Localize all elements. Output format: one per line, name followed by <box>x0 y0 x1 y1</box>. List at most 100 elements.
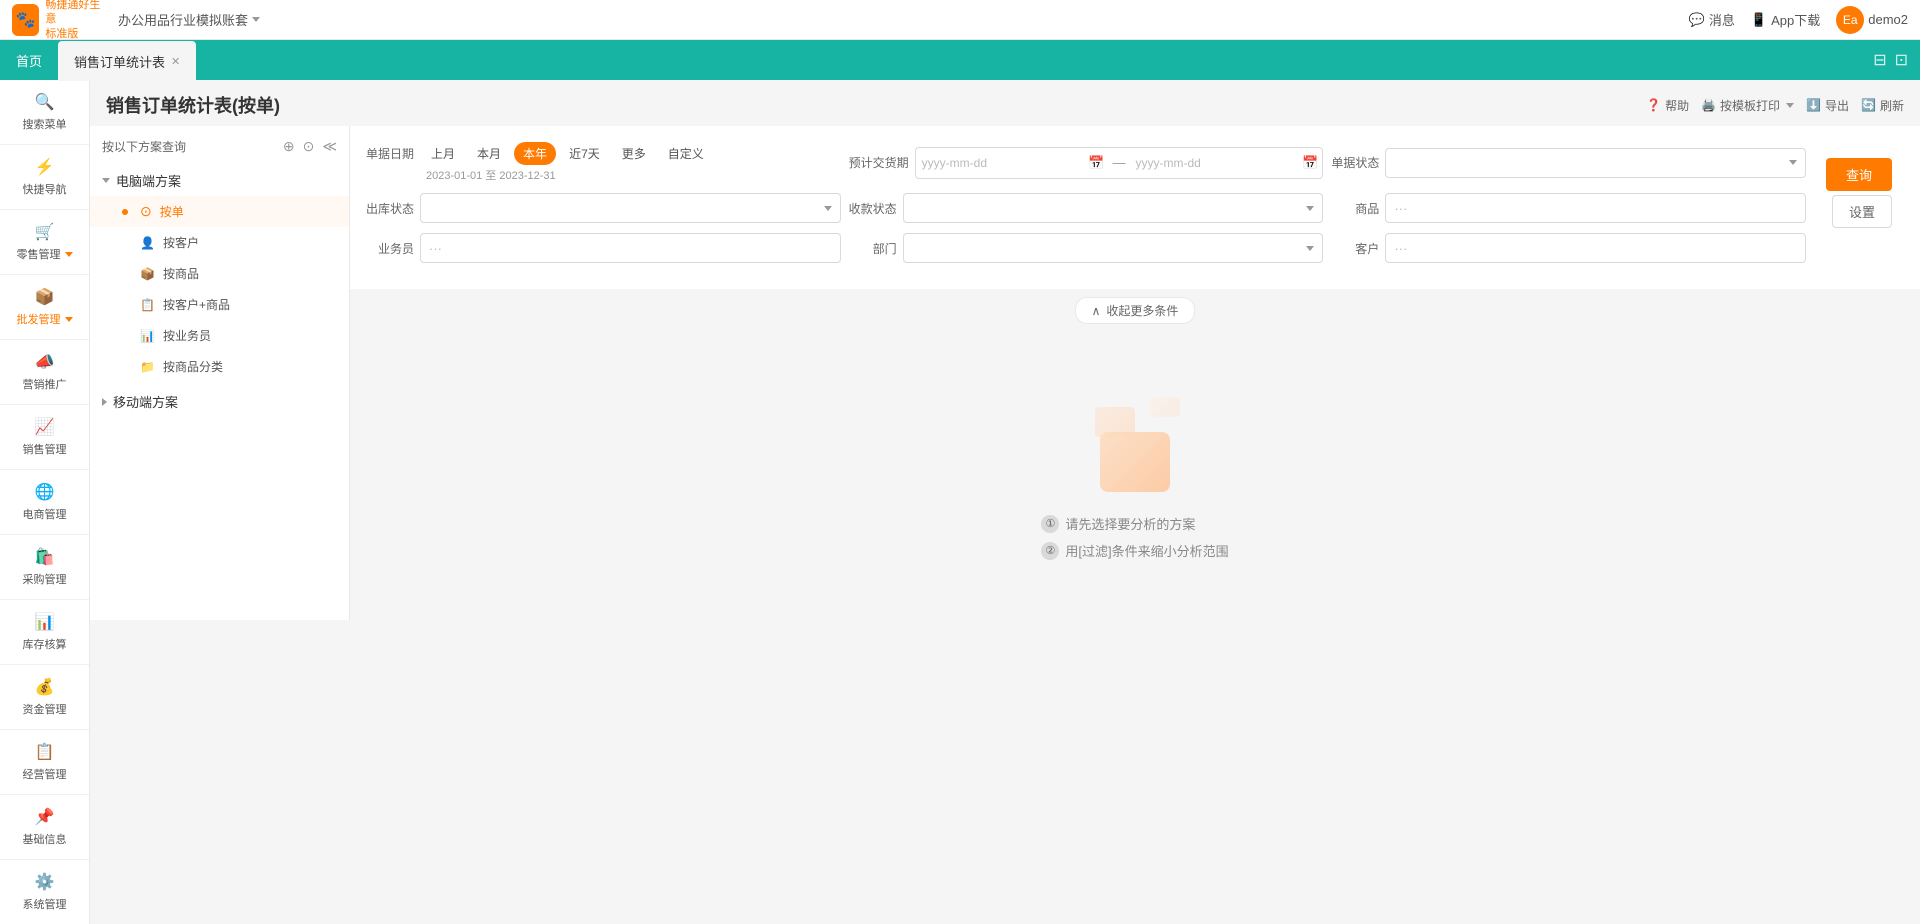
wholesale-icon: 📦 <box>35 287 55 307</box>
sidebar-item-search-menu[interactable]: 🔍 搜索菜单 <box>0 80 89 145</box>
export-button[interactable]: ⬇️ 导出 <box>1806 97 1849 114</box>
receipt-status-dropdown-icon <box>1306 206 1314 211</box>
sidebar-item-finance[interactable]: 💰 资金管理 <box>0 665 89 730</box>
active-indicator <box>122 209 128 215</box>
tab-minimize-icon[interactable]: ⊟ <box>1873 50 1886 70</box>
scheme-item-by-goods-category[interactable]: 📁 按商品分类 <box>90 351 349 382</box>
message-button[interactable]: 💬 消息 <box>1689 10 1735 29</box>
page-actions: ❓ 帮助 🖨️ 按模板打印 ⬇️ 导出 🔄 刷新 <box>1646 97 1904 114</box>
app-download-button[interactable]: 📱 App下载 <box>1751 10 1820 29</box>
date-btn-this-month[interactable]: 本月 <box>468 142 510 165</box>
basic-icon: 📌 <box>35 807 55 827</box>
help-button[interactable]: ❓ 帮助 <box>1646 97 1689 114</box>
order-status-dropdown-icon <box>1789 160 1797 165</box>
order-status-filter: 单据状态 <box>1331 148 1806 178</box>
date-filter: 单据日期 上月 本月 本年 近7天 更多 自定义 <box>366 142 841 183</box>
out-status-filter: 出库状态 <box>366 193 841 223</box>
department-select[interactable] <box>903 233 1324 263</box>
by-customer-icon: 👤 <box>140 236 155 250</box>
receipt-status-select[interactable] <box>903 193 1324 223</box>
logo-icon: 🐾 <box>12 4 39 36</box>
scheme-item-by-salesperson[interactable]: 📊 按业务员 <box>90 320 349 351</box>
customer-input[interactable]: ··· <box>1385 233 1806 263</box>
out-status-select[interactable] <box>420 193 841 223</box>
goods-input[interactable]: ··· <box>1385 193 1806 223</box>
sidebar-item-purchase[interactable]: 🛍️ 采购管理 <box>0 535 89 600</box>
tab-bar-right: ⊟ ⊡ <box>1873 50 1920 70</box>
scheme-item-by-order[interactable]: ⊙ 按单 <box>90 196 349 227</box>
main-layout: 🔍 搜索菜单 ⚡ 快捷导航 🛒 零售管理 📦 批发管理 📣 营销推广 � <box>0 80 1920 924</box>
order-status-select[interactable] <box>1385 148 1806 178</box>
tab-maximize-icon[interactable]: ⊡ <box>1895 50 1908 70</box>
sidebar-item-system[interactable]: ⚙️ 系统管理 <box>0 860 89 924</box>
date-btn-more[interactable]: 更多 <box>613 142 655 165</box>
sidebar-item-quick-nav[interactable]: ⚡ 快捷导航 <box>0 145 89 210</box>
phone-icon: 📱 <box>1751 12 1767 28</box>
scheme-item-by-goods[interactable]: 📦 按商品 <box>90 258 349 289</box>
top-bar-right: 💬 消息 📱 App下载 Ea demo2 <box>1689 6 1908 34</box>
empty-hint-1: ① 请先选择要分析的方案 <box>1041 514 1228 533</box>
page-header: 销售订单统计表(按单) ❓ 帮助 🖨️ 按模板打印 ⬇️ 导出 🔄 刷新 <box>90 80 1920 126</box>
sidebar-item-inventory[interactable]: 📊 库存核算 <box>0 600 89 665</box>
action-buttons: 查询 设置 <box>1814 142 1904 244</box>
sidebar-item-marketing[interactable]: 📣 营销推广 <box>0 340 89 405</box>
print-button[interactable]: 🖨️ 按模板打印 <box>1701 97 1794 114</box>
settings-scheme-icon[interactable]: ⊙ <box>303 138 315 155</box>
user-profile[interactable]: Ea demo2 <box>1836 6 1908 34</box>
by-order-icon: ⊙ <box>140 203 152 220</box>
date-btn-this-year[interactable]: 本年 <box>514 142 556 165</box>
salesperson-filter: 业务员 ··· <box>366 233 841 263</box>
scheme-item-by-customer[interactable]: 👤 按客户 <box>90 227 349 258</box>
department-dropdown-icon <box>1306 246 1314 251</box>
scheme-group-mobile: 移动端方案 <box>90 384 349 419</box>
collapse-bar[interactable]: ∧ 收起更多条件 <box>350 289 1920 332</box>
expected-date-from-input[interactable]: yyyy-mm-dd <box>916 148 1085 178</box>
system-icon: ⚙️ <box>35 872 55 892</box>
collapse-panel-icon[interactable]: ≪ <box>322 138 337 155</box>
goods-label: 商品 <box>1331 200 1379 217</box>
right-panel: 单据日期 上月 本月 本年 近7天 更多 自定义 <box>350 126 1920 620</box>
sidebar: 🔍 搜索菜单 ⚡ 快捷导航 🛒 零售管理 📦 批发管理 📣 营销推广 � <box>0 80 90 924</box>
query-button[interactable]: 查询 <box>1826 158 1892 191</box>
scheme-item-by-customer-goods[interactable]: 📋 按客户+商品 <box>90 289 349 320</box>
add-scheme-icon[interactable]: ⊕ <box>283 138 295 155</box>
date-range-display: 2023-01-01 至 2023-12-31 <box>426 170 556 182</box>
empty-hint-2: ② 用[过滤]条件来缩小分析范围 <box>1041 541 1228 560</box>
expected-date-calendar-from-icon[interactable]: 📅 <box>1084 155 1108 171</box>
print-dropdown-icon <box>1786 103 1794 108</box>
tab-close-icon[interactable]: ✕ <box>171 55 180 68</box>
receipt-status-filter: 收款状态 <box>849 193 1324 223</box>
settings-button[interactable]: 设置 <box>1832 195 1892 228</box>
tab-home[interactable]: 首页 <box>0 40 58 80</box>
sidebar-item-wholesale[interactable]: 📦 批发管理 <box>0 275 89 340</box>
print-icon: 🖨️ <box>1701 98 1716 112</box>
expected-date-calendar-to-icon[interactable]: 📅 <box>1298 155 1322 171</box>
date-btn-last7days[interactable]: 近7天 <box>560 142 609 165</box>
content-area: 销售订单统计表(按单) ❓ 帮助 🖨️ 按模板打印 ⬇️ 导出 🔄 刷新 <box>90 80 1920 924</box>
scheme-group-desktop-header[interactable]: 电脑端方案 <box>90 165 349 196</box>
tab-sales-order-stats[interactable]: 销售订单统计表 ✕ <box>58 41 196 81</box>
sidebar-item-operations[interactable]: 📋 经营管理 <box>0 730 89 795</box>
date-btn-custom[interactable]: 自定义 <box>659 142 713 165</box>
refresh-button[interactable]: 🔄 刷新 <box>1861 97 1904 114</box>
wholesale-arrow-icon <box>65 317 73 322</box>
scheme-group-mobile-header[interactable]: 移动端方案 <box>90 386 349 417</box>
sidebar-item-basic[interactable]: 📌 基础信息 <box>0 795 89 860</box>
salesperson-input[interactable]: ··· <box>420 233 841 263</box>
sidebar-item-retail[interactable]: 🛒 零售管理 <box>0 210 89 275</box>
ecommerce-icon: 🌐 <box>35 482 55 502</box>
tab-bar: 首页 销售订单统计表 ✕ ⊟ ⊡ <box>0 40 1920 80</box>
help-icon: ❓ <box>1646 98 1661 112</box>
date-btn-last-month[interactable]: 上月 <box>422 142 464 165</box>
top-bar-left: 🐾 畅捷通好生意 标准版 办公用品行业模拟账套 <box>12 0 268 41</box>
account-selector[interactable]: 办公用品行业模拟账套 <box>110 6 268 33</box>
collapse-bar-inner[interactable]: ∧ 收起更多条件 <box>1075 297 1196 324</box>
sidebar-item-sales[interactable]: 📈 销售管理 <box>0 405 89 470</box>
sidebar-item-ecommerce[interactable]: 🌐 电商管理 <box>0 470 89 535</box>
date-range-buttons: 上月 本月 本年 近7天 更多 自定义 <box>422 142 713 165</box>
left-panel-action-buttons: ⊕ ⊙ ≪ <box>283 138 337 155</box>
empty-state-hints: ① 请先选择要分析的方案 ② 用[过滤]条件来缩小分析范围 <box>1041 514 1228 560</box>
expected-date-to-input[interactable]: yyyy-mm-dd <box>1130 148 1299 178</box>
by-salesperson-icon: 📊 <box>140 329 155 343</box>
empty-state: ① 请先选择要分析的方案 ② 用[过滤]条件来缩小分析范围 <box>350 332 1920 620</box>
